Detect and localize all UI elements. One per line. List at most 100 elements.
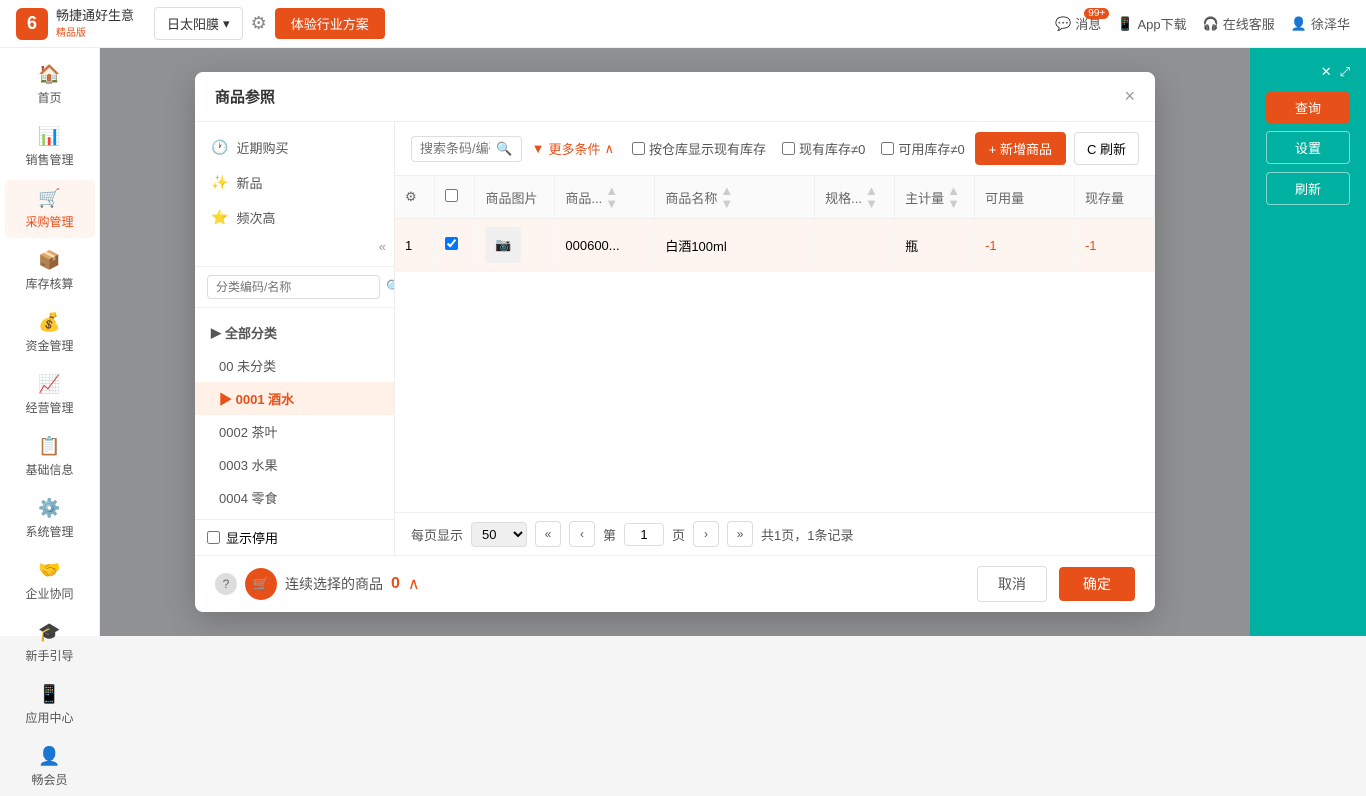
modal-footer: ? 🛒 连续选择的商品 0 ∧ 取消 确定 <box>195 555 1155 612</box>
category-list: ▶ 全部分类 00 未分类 ▶ 0001 酒水 0002 茶叶 0003 水果 … <box>195 308 394 519</box>
available-ne0-checkbox[interactable] <box>881 142 894 155</box>
new-product-label: 新品 <box>236 173 262 192</box>
product-search-input[interactable] <box>420 141 490 156</box>
footer-right: 取消 确定 <box>977 566 1135 602</box>
last-page-button[interactable]: » <box>727 521 753 547</box>
current-page-input[interactable] <box>624 523 664 546</box>
category-0002[interactable]: 0002 茶叶 <box>195 415 394 448</box>
modal-header: 商品参照 × <box>195 72 1155 122</box>
stock-ne0-checkbox[interactable] <box>782 142 795 155</box>
inventory-icon: 📦 <box>38 250 60 271</box>
logo-sub: 精品版 <box>56 24 134 39</box>
col-available-label: 可用量 <box>985 191 1024 206</box>
filter-more-button[interactable]: ▼ 更多条件 ∧ <box>532 139 614 158</box>
show-disabled-label[interactable]: 显示停用 <box>226 528 278 547</box>
sidebar-item-apps[interactable]: 📱 应用中心 <box>5 676 95 734</box>
th-spec[interactable]: 规格... ▲▼ <box>815 176 895 219</box>
user-menu[interactable]: 👤 徐泽华 <box>1291 14 1350 33</box>
category-all[interactable]: ▶ 全部分类 <box>195 316 394 349</box>
table-row[interactable]: 1 📷 <box>395 219 1155 272</box>
row-select-checkbox[interactable] <box>445 237 458 250</box>
filter-check-available-ne0[interactable]: 可用库存≠0 <box>881 139 964 158</box>
close-button[interactable]: × <box>1124 86 1135 107</box>
category-0003[interactable]: 0003 水果 <box>195 448 394 481</box>
category-0004[interactable]: 0004 零食 <box>195 481 394 514</box>
first-page-button[interactable]: « <box>535 521 561 547</box>
collapse-left-icon: « <box>379 239 386 254</box>
row-code: 000600... <box>555 219 655 272</box>
right-panel-refresh-button[interactable]: 刷新 <box>1266 172 1350 205</box>
category-0001[interactable]: ▶ 0001 酒水 <box>195 382 394 415</box>
category-search-input[interactable] <box>207 275 380 299</box>
category-00[interactable]: 00 未分类 <box>195 349 394 382</box>
sidebar-label-apps: 应用中心 <box>25 709 73 726</box>
sidebar-item-basic-info[interactable]: 📋 基础信息 <box>5 428 95 486</box>
expand-icon: ▶ <box>211 325 221 341</box>
right-panel-expand-icon[interactable]: ⤢ <box>1340 64 1350 80</box>
shopping-cart-icon: 🛒 <box>253 576 269 592</box>
modal-sidebar: 🕐 近期购买 ✨ 新品 ⭐ 频次高 <box>195 122 395 555</box>
th-name[interactable]: 商品名称 ▲▼ <box>655 176 815 219</box>
app-download-button[interactable]: 📱 App下载 <box>1117 14 1186 33</box>
refresh-button[interactable]: C 刷新 <box>1074 132 1139 165</box>
add-product-button[interactable]: + 新增商品 <box>975 132 1066 165</box>
filter-check-stock-ne0[interactable]: 现有库存≠0 <box>782 139 865 158</box>
collab-icon: 🤝 <box>38 560 60 581</box>
basic-info-icon: 📋 <box>38 436 60 457</box>
warehouse-checkbox[interactable] <box>632 142 645 155</box>
warehouse-check-label: 按仓库显示现有库存 <box>649 139 766 158</box>
sidebar-item-home[interactable]: 🏠 首页 <box>5 56 95 114</box>
service-label: 在线客服 <box>1223 14 1275 33</box>
settings-icon[interactable]: ⚙ <box>405 189 417 204</box>
show-disabled-checkbox[interactable] <box>207 531 220 544</box>
nav-recent-purchase[interactable]: 🕐 近期购买 <box>195 130 394 165</box>
nav-new-product[interactable]: ✨ 新品 <box>195 165 394 200</box>
right-panel-close-icon[interactable]: ✕ <box>1321 64 1332 80</box>
logo-icon: 6 <box>16 8 48 40</box>
message-button[interactable]: 💬 消息 99+ <box>1055 14 1101 33</box>
store-selector[interactable]: 日太阳膜 ▾ <box>154 7 243 40</box>
nav-frequent[interactable]: ⭐ 频次高 <box>195 200 394 235</box>
expand-icon-0001: ▶ <box>219 392 232 407</box>
sidebar-item-sales[interactable]: 📊 销售管理 <box>5 118 95 176</box>
message-badge: 99+ <box>1084 8 1109 19</box>
sidebar-item-collab[interactable]: 🤝 企业协同 <box>5 552 95 610</box>
sidebar-collapse-button[interactable]: « <box>195 235 394 258</box>
help-button[interactable]: ? <box>215 573 237 595</box>
selected-count-badge: 0 <box>391 575 400 593</box>
sidebar-item-member[interactable]: 👤 畅会员 <box>5 738 95 796</box>
right-panel-settings-button[interactable]: 设置 <box>1266 131 1350 164</box>
category-search-icon[interactable]: 🔍 <box>386 279 395 295</box>
sidebar-item-finance[interactable]: 💰 资金管理 <box>5 304 95 362</box>
page-suffix: 页 <box>672 525 685 544</box>
trial-button[interactable]: 体验行业方案 <box>275 8 385 39</box>
service-button[interactable]: 🎧 在线客服 <box>1203 14 1275 33</box>
confirm-button[interactable]: 确定 <box>1059 567 1135 601</box>
filter-check-warehouse[interactable]: 按仓库显示现有库存 <box>632 139 766 158</box>
right-panel-query-button[interactable]: 查询 <box>1266 92 1350 123</box>
select-all-checkbox[interactable] <box>445 189 458 202</box>
th-unit[interactable]: 主计量 ▲▼ <box>895 176 975 219</box>
prev-page-button[interactable]: ‹ <box>569 521 595 547</box>
sidebar-item-system[interactable]: ⚙️ 系统管理 <box>5 490 95 548</box>
product-search-box: 🔍 <box>411 136 522 162</box>
table-header-row: ⚙ 商品图片 <box>395 176 1155 219</box>
cancel-button[interactable]: 取消 <box>977 566 1047 602</box>
sidebar-item-purchase[interactable]: 🛒 采购管理 <box>5 180 95 238</box>
row-stock: -1 <box>1074 219 1154 272</box>
sidebar-item-business[interactable]: 📈 经营管理 <box>5 366 95 424</box>
gear-icon[interactable]: ⚙ <box>251 13 267 34</box>
page-size-select[interactable]: 50 10 20 100 <box>471 522 527 547</box>
sidebar-item-guide[interactable]: 🎓 新手引导 <box>5 614 95 672</box>
sidebar-label-member: 畅会员 <box>31 771 67 788</box>
search-icon[interactable]: 🔍 <box>496 141 512 157</box>
sidebar-label-home: 首页 <box>37 89 61 106</box>
sort-code-icon: ▲▼ <box>605 184 618 210</box>
footer-collapse-button[interactable]: ∧ <box>408 574 420 594</box>
sidebar-item-inventory[interactable]: 📦 库存核算 <box>5 242 95 300</box>
th-code[interactable]: 商品... ▲▼ <box>555 176 655 219</box>
next-page-button[interactable]: › <box>693 521 719 547</box>
home-icon: 🏠 <box>38 64 60 85</box>
system-icon: ⚙️ <box>38 498 60 519</box>
row-available: -1 <box>975 219 1075 272</box>
